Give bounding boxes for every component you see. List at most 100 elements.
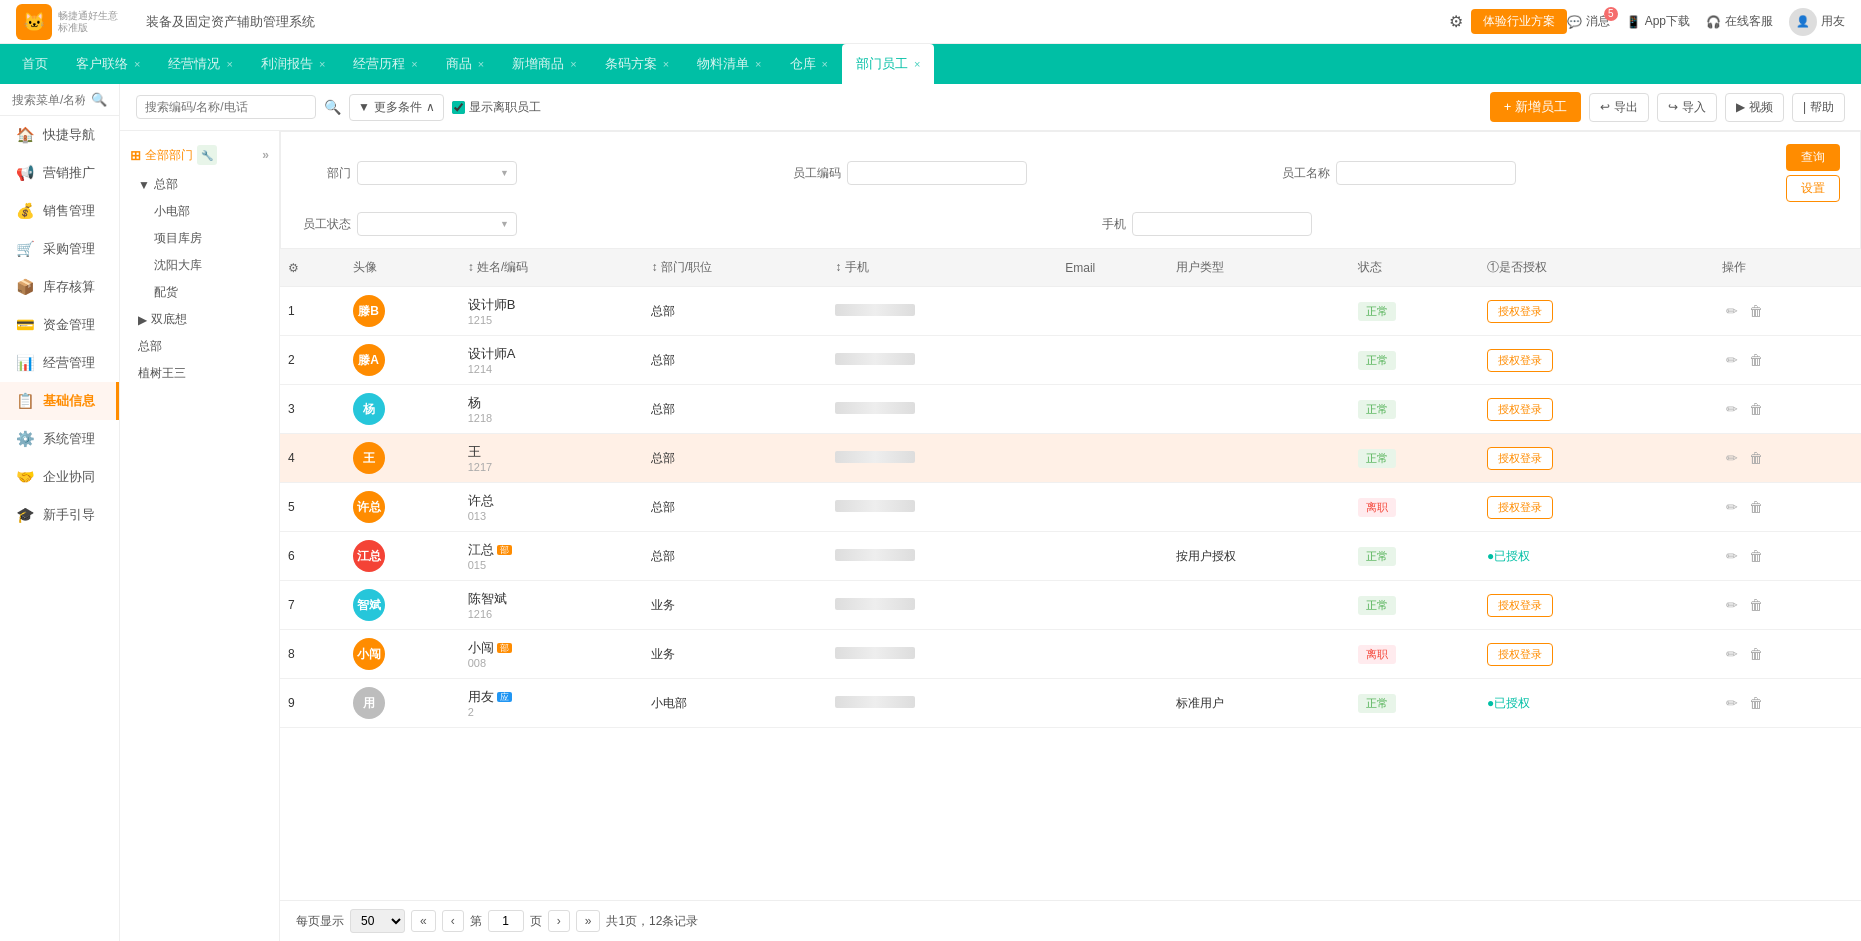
delete-btn[interactable]: 🗑: [1745, 448, 1767, 468]
auth-btn[interactable]: 授权登录: [1487, 349, 1553, 372]
dept-item-small-elec[interactable]: 小电部: [130, 198, 279, 225]
delete-btn[interactable]: 🗑: [1745, 644, 1767, 664]
delete-btn[interactable]: 🗑: [1745, 301, 1767, 321]
last-page-btn[interactable]: »: [576, 910, 601, 932]
close-icon[interactable]: ×: [570, 58, 576, 70]
import-btn[interactable]: ↪ 导入: [1657, 93, 1717, 122]
edit-btn[interactable]: ✏: [1722, 301, 1742, 321]
tab-bom[interactable]: 物料清单×: [683, 44, 775, 84]
tab-history[interactable]: 经营历程×: [339, 44, 431, 84]
close-icon[interactable]: ×: [914, 58, 920, 70]
search-input[interactable]: [12, 93, 85, 107]
tab-profit[interactable]: 利润报告×: [247, 44, 339, 84]
auth-btn[interactable]: 授权登录: [1487, 398, 1553, 421]
delete-btn[interactable]: 🗑: [1745, 350, 1767, 370]
employee-search-btn[interactable]: 🔍: [324, 99, 341, 115]
online-service-btn[interactable]: 🎧 在线客服: [1706, 13, 1773, 30]
tab-new-goods[interactable]: 新增商品×: [498, 44, 590, 84]
employee-search-input[interactable]: [136, 95, 316, 119]
sidebar-item-marketing[interactable]: 📢营销推广: [0, 154, 119, 192]
dept-item-double[interactable]: ▶ 双底想: [120, 306, 279, 333]
dept-filter-btn[interactable]: 🔧: [197, 145, 217, 165]
auth-btn[interactable]: 授权登录: [1487, 594, 1553, 617]
tab-operation[interactable]: 经营情况×: [154, 44, 246, 84]
auth-btn[interactable]: 授权登录: [1487, 496, 1553, 519]
edit-btn[interactable]: ✏: [1722, 693, 1742, 713]
delete-btn[interactable]: 🗑: [1745, 546, 1767, 566]
col-dept[interactable]: ↕ 部门/职位: [643, 249, 827, 287]
dept-item-delivery[interactable]: 配货: [130, 279, 279, 306]
sidebar-item-collab[interactable]: 🤝企业协同: [0, 458, 119, 496]
collapse-btn[interactable]: »: [262, 148, 269, 162]
close-icon[interactable]: ×: [134, 58, 140, 70]
dept-item-head2[interactable]: 总部: [120, 333, 279, 360]
app-download-btn[interactable]: 📱 App下载: [1626, 13, 1690, 30]
edit-btn[interactable]: ✏: [1722, 350, 1742, 370]
message-btn[interactable]: 💬 消息 5: [1567, 13, 1610, 30]
dept-item-head[interactable]: ▼ 总部: [120, 171, 279, 198]
sidebar-item-guide[interactable]: 🎓新手引导: [0, 496, 119, 534]
edit-btn[interactable]: ✏: [1722, 448, 1742, 468]
sidebar-item-system[interactable]: ⚙️系统管理: [0, 420, 119, 458]
close-icon[interactable]: ×: [755, 58, 761, 70]
dept-item-shenyang[interactable]: 沈阳大库: [130, 252, 279, 279]
auth-btn[interactable]: 授权登录: [1487, 643, 1553, 666]
sidebar-item-purchase[interactable]: 🛒采购管理: [0, 230, 119, 268]
edit-btn[interactable]: ✏: [1722, 546, 1742, 566]
query-btn[interactable]: 查询: [1786, 144, 1840, 171]
tab-barcode[interactable]: 条码方案×: [591, 44, 683, 84]
sidebar-item-basic[interactable]: 📋基础信息: [0, 382, 119, 420]
experience-btn[interactable]: 体验行业方案: [1471, 9, 1567, 34]
edit-btn[interactable]: ✏: [1722, 399, 1742, 419]
col-name[interactable]: ↕ 姓名/编码: [460, 249, 644, 287]
dept-item-plant[interactable]: 植树王三: [120, 360, 279, 387]
sidebar-item-nav[interactable]: 🏠快捷导航: [0, 116, 119, 154]
tab-customers[interactable]: 客户联络×: [62, 44, 154, 84]
show-resigned-toggle[interactable]: 显示离职员工: [452, 99, 541, 116]
sidebar-item-sales[interactable]: 💰销售管理: [0, 192, 119, 230]
export-btn[interactable]: ↩ 导出: [1589, 93, 1649, 122]
page-size-select[interactable]: 50 100: [350, 909, 405, 933]
emp-name-input[interactable]: [1336, 161, 1516, 185]
page-input[interactable]: [488, 910, 524, 932]
tab-warehouse[interactable]: 仓库×: [776, 44, 842, 84]
sidebar-item-finance[interactable]: 💳资金管理: [0, 306, 119, 344]
show-resigned-checkbox[interactable]: [452, 101, 465, 114]
edit-btn[interactable]: ✏: [1722, 497, 1742, 517]
status-select[interactable]: [357, 212, 517, 236]
reset-btn[interactable]: 设置: [1786, 175, 1840, 202]
close-icon[interactable]: ×: [478, 58, 484, 70]
close-icon[interactable]: ×: [411, 58, 417, 70]
emp-code-input[interactable]: [847, 161, 1027, 185]
sidebar-item-manage[interactable]: 📊经营管理: [0, 344, 119, 382]
help-btn[interactable]: | 帮助: [1792, 93, 1845, 122]
more-filters-btn[interactable]: ▼ 更多条件 ∧: [349, 94, 444, 121]
dept-item-project[interactable]: 项目库房: [130, 225, 279, 252]
view-btn[interactable]: ▶ 视频: [1725, 93, 1784, 122]
tab-home[interactable]: 首页: [8, 44, 62, 84]
close-icon[interactable]: ×: [822, 58, 828, 70]
add-employee-btn[interactable]: + 新增员工: [1490, 92, 1581, 122]
edit-btn[interactable]: ✏: [1722, 595, 1742, 615]
close-icon[interactable]: ×: [663, 58, 669, 70]
close-icon[interactable]: ×: [319, 58, 325, 70]
tab-goods[interactable]: 商品×: [432, 44, 498, 84]
user-area[interactable]: 👤 用友: [1789, 8, 1845, 36]
col-settings[interactable]: ⚙: [280, 249, 345, 287]
sidebar-item-inventory[interactable]: 📦库存核算: [0, 268, 119, 306]
close-icon[interactable]: ×: [226, 58, 232, 70]
auth-btn[interactable]: 授权登录: [1487, 447, 1553, 470]
next-page-btn[interactable]: ›: [548, 910, 570, 932]
dept-select[interactable]: [357, 161, 517, 185]
col-phone[interactable]: ↕ 手机: [827, 249, 1057, 287]
first-page-btn[interactable]: «: [411, 910, 436, 932]
tab-employees[interactable]: 部门员工×: [842, 44, 934, 84]
delete-btn[interactable]: 🗑: [1745, 399, 1767, 419]
edit-btn[interactable]: ✏: [1722, 644, 1742, 664]
settings-icon[interactable]: ⚙: [1449, 12, 1463, 31]
prev-page-btn[interactable]: ‹: [442, 910, 464, 932]
delete-btn[interactable]: 🗑: [1745, 497, 1767, 517]
delete-btn[interactable]: 🗑: [1745, 595, 1767, 615]
phone-input[interactable]: [1132, 212, 1312, 236]
delete-btn[interactable]: 🗑: [1745, 693, 1767, 713]
